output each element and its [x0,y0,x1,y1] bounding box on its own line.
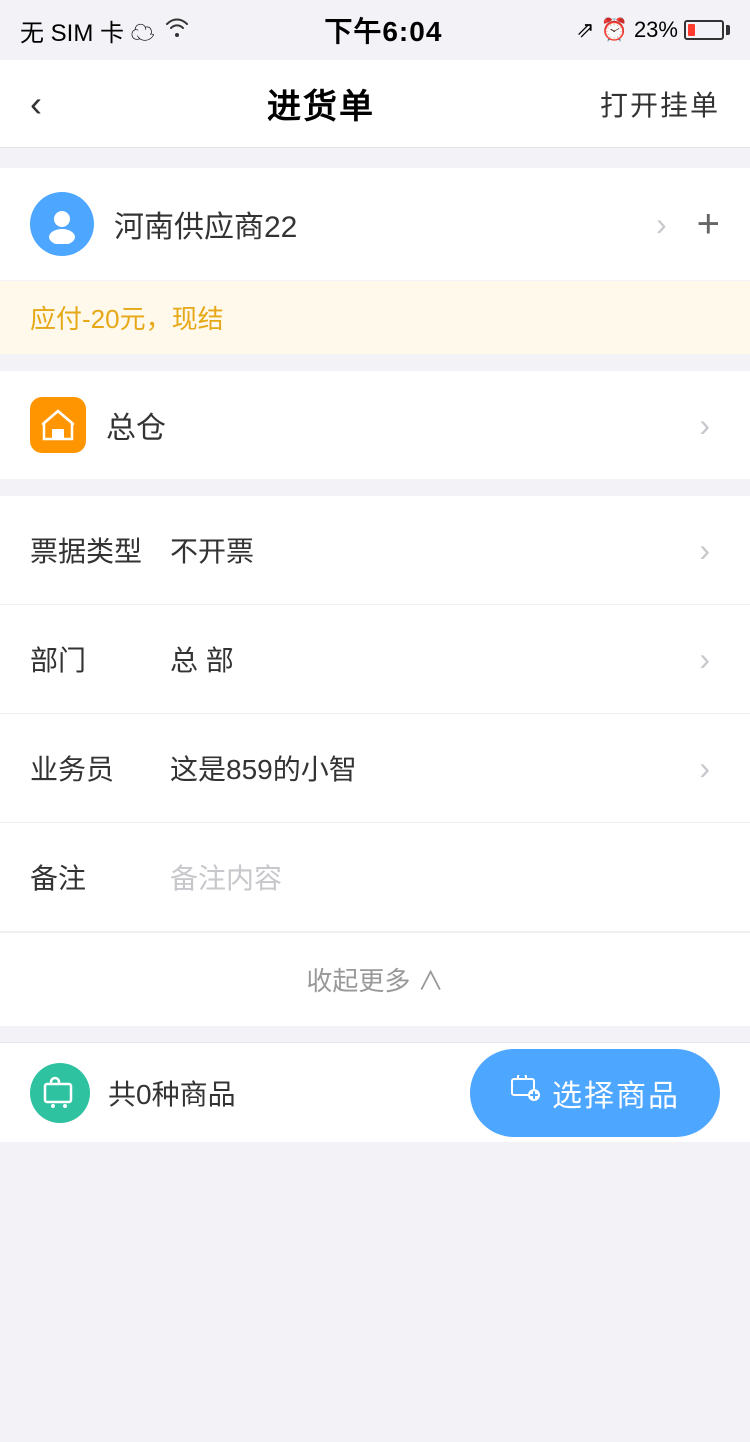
select-product-label: 选择商品 [552,1071,680,1115]
battery-pct: 23% [634,17,678,43]
status-right: ⇗ ⏰ 23% [576,17,730,43]
add-supplier-button[interactable]: + [697,204,720,244]
department-row[interactable]: 部门 总 部 › [0,605,750,714]
department-label: 部门 [30,639,160,679]
invoice-row[interactable]: 票据类型 不开票 › [0,496,750,605]
form-section: 票据类型 不开票 › 部门 总 部 › 业务员 这是859的小智 › 备注 备注… [0,496,750,1026]
select-product-icon [510,1075,540,1110]
chevron-right-icon: › [656,206,667,243]
back-button[interactable]: ‹ [30,83,42,125]
note-placeholder[interactable]: 备注内容 [160,857,720,897]
bottom-bar: 共0种商品 选择商品 [0,1042,750,1142]
collapse-label: 收起更多 ∧ [306,961,443,998]
section-gap-3 [0,480,750,496]
bottom-left: 共0种商品 [30,1063,470,1123]
section-gap-4 [0,1026,750,1042]
alarm-icon: ⏰ [601,17,628,43]
page-background [0,1142,750,1442]
status-left: 无 SIM 卡 ☁ [20,13,191,48]
supplier-row[interactable]: 河南供应商22 › + [0,168,750,280]
invoice-value: 不开票 [160,530,699,570]
signal-text: 无 SIM 卡 ☁ [20,13,155,48]
section-gap-2 [0,355,750,371]
salesman-row[interactable]: 业务员 这是859的小智 › [0,714,750,823]
status-time: 下午6:04 [324,10,442,50]
salesman-label: 业务员 [30,748,160,788]
note-row[interactable]: 备注 备注内容 [0,823,750,932]
person-icon [42,204,82,244]
notice-bar: 应付-20元，现结 [0,280,750,355]
open-pending-button[interactable]: 打开挂单 [600,84,720,124]
cart-icon-wrap [30,1063,90,1123]
department-value: 总 部 [160,639,699,679]
warehouse-name: 总仓 [106,403,699,447]
chevron-right-invoice: › [699,532,710,569]
home-icon [40,407,76,443]
supplier-name: 河南供应商22 [114,202,656,246]
note-label: 备注 [30,857,160,897]
page-title: 进货单 [267,79,375,128]
nav-bar: ‹ 进货单 打开挂单 [0,60,750,148]
wifi-icon [163,16,191,44]
battery-indicator [684,20,730,40]
supplier-avatar [30,192,94,256]
chevron-right-warehouse: › [699,407,710,444]
warehouse-row[interactable]: 总仓 › [0,371,750,480]
cart-icon [43,1076,77,1110]
status-bar: 无 SIM 卡 ☁ 下午6:04 ⇗ ⏰ 23% [0,0,750,60]
warehouse-icon [30,397,86,453]
section-gap-1 [0,148,750,168]
collapse-button[interactable]: 收起更多 ∧ [0,932,750,1026]
select-product-button[interactable]: 选择商品 [470,1049,720,1137]
salesman-value: 这是859的小智 [160,748,699,788]
chevron-right-salesman: › [699,750,710,787]
invoice-label: 票据类型 [30,530,160,570]
chevron-right-dept: › [699,641,710,678]
location-icon: ⇗ [576,17,594,43]
warehouse-section: 总仓 › [0,371,750,480]
supplier-section: 河南供应商22 › + 应付-20元，现结 [0,168,750,355]
product-count: 共0种商品 [108,1073,236,1113]
